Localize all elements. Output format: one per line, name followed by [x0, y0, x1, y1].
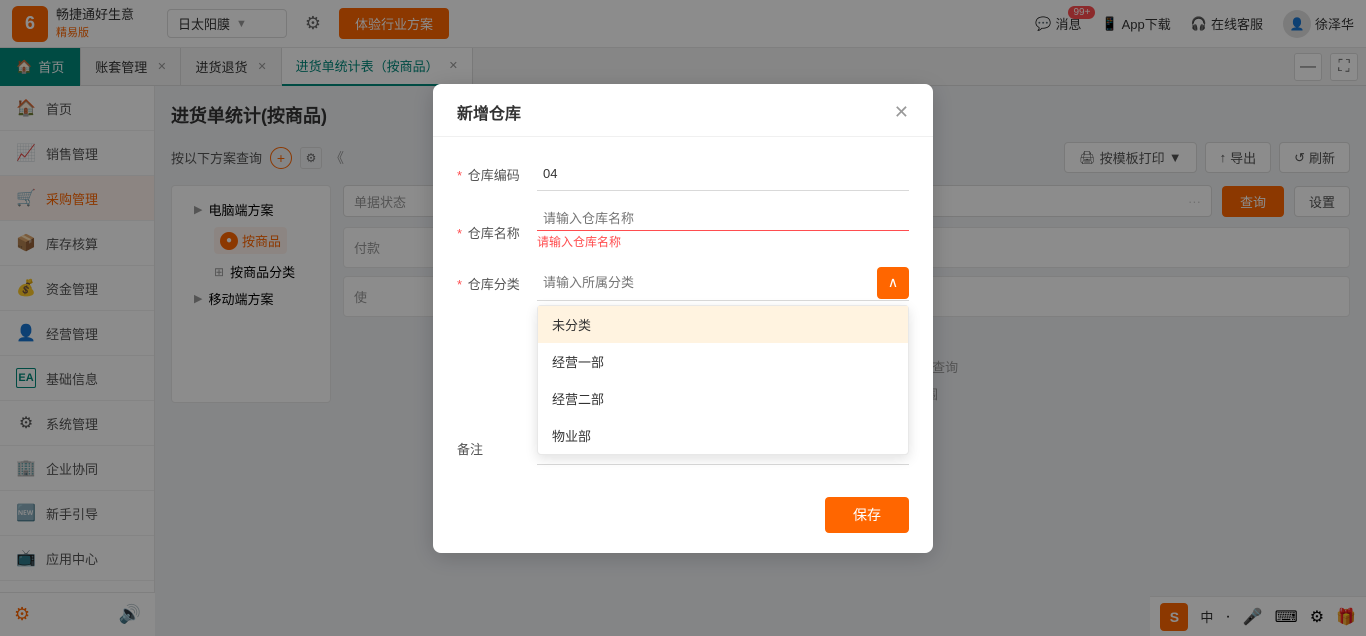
name-label: * 仓库名称: [457, 215, 537, 242]
code-label-text: 仓库编码: [468, 168, 520, 183]
name-error-msg: 请输入仓库名称: [537, 233, 909, 250]
category-required-star: *: [457, 277, 462, 292]
name-label-text: 仓库名称: [468, 226, 520, 241]
category-label: * 仓库分类: [457, 266, 537, 293]
code-form-row: * 仓库编码: [457, 157, 909, 191]
modal-dialog: 新增仓库 ✕ * 仓库编码 * 仓库名称: [433, 84, 933, 553]
modal-body: * 仓库编码 * 仓库名称 请输入仓库名称: [433, 137, 933, 465]
category-dropdown: 未分类 经营一部 经营二部 物业部: [537, 305, 909, 455]
modal-overlay: 新增仓库 ✕ * 仓库编码 * 仓库名称: [0, 0, 1366, 636]
category-input[interactable]: [537, 266, 877, 300]
name-input[interactable]: [537, 207, 909, 231]
code-label: * 仓库编码: [457, 157, 537, 184]
remark-label: 备注: [457, 431, 537, 458]
dropdown-item-1[interactable]: 经营一部: [538, 343, 908, 380]
category-input-container: ∧ 未分类 经营一部 经营二部 物业部: [537, 266, 909, 301]
dropdown-item-2[interactable]: 经营二部: [538, 380, 908, 417]
code-input[interactable]: [537, 157, 909, 191]
modal-title: 新增仓库: [457, 100, 521, 124]
modal-header: 新增仓库 ✕: [433, 84, 933, 137]
remark-label-text: 备注: [457, 442, 483, 457]
code-required-star: *: [457, 168, 462, 183]
modal-footer: 保存: [433, 481, 933, 533]
modal-close-button[interactable]: ✕: [894, 103, 909, 121]
dropdown-item-3[interactable]: 物业部: [538, 417, 908, 454]
dropdown-item-0[interactable]: 未分类: [538, 306, 908, 343]
name-row-inner: * 仓库名称 请输入仓库名称: [457, 207, 909, 250]
category-toggle-button[interactable]: ∧: [877, 267, 909, 299]
category-input-row: ∧: [537, 266, 909, 301]
category-form-row: * 仓库分类 ∧ 未分类 经营一部 经营二部 物业部: [457, 266, 909, 301]
name-required-star: *: [457, 226, 462, 241]
name-form-row: * 仓库名称 请输入仓库名称: [457, 207, 909, 250]
save-button[interactable]: 保存: [825, 497, 909, 533]
name-input-wrapper: 请输入仓库名称: [537, 207, 909, 250]
category-label-text: 仓库分类: [468, 277, 520, 292]
